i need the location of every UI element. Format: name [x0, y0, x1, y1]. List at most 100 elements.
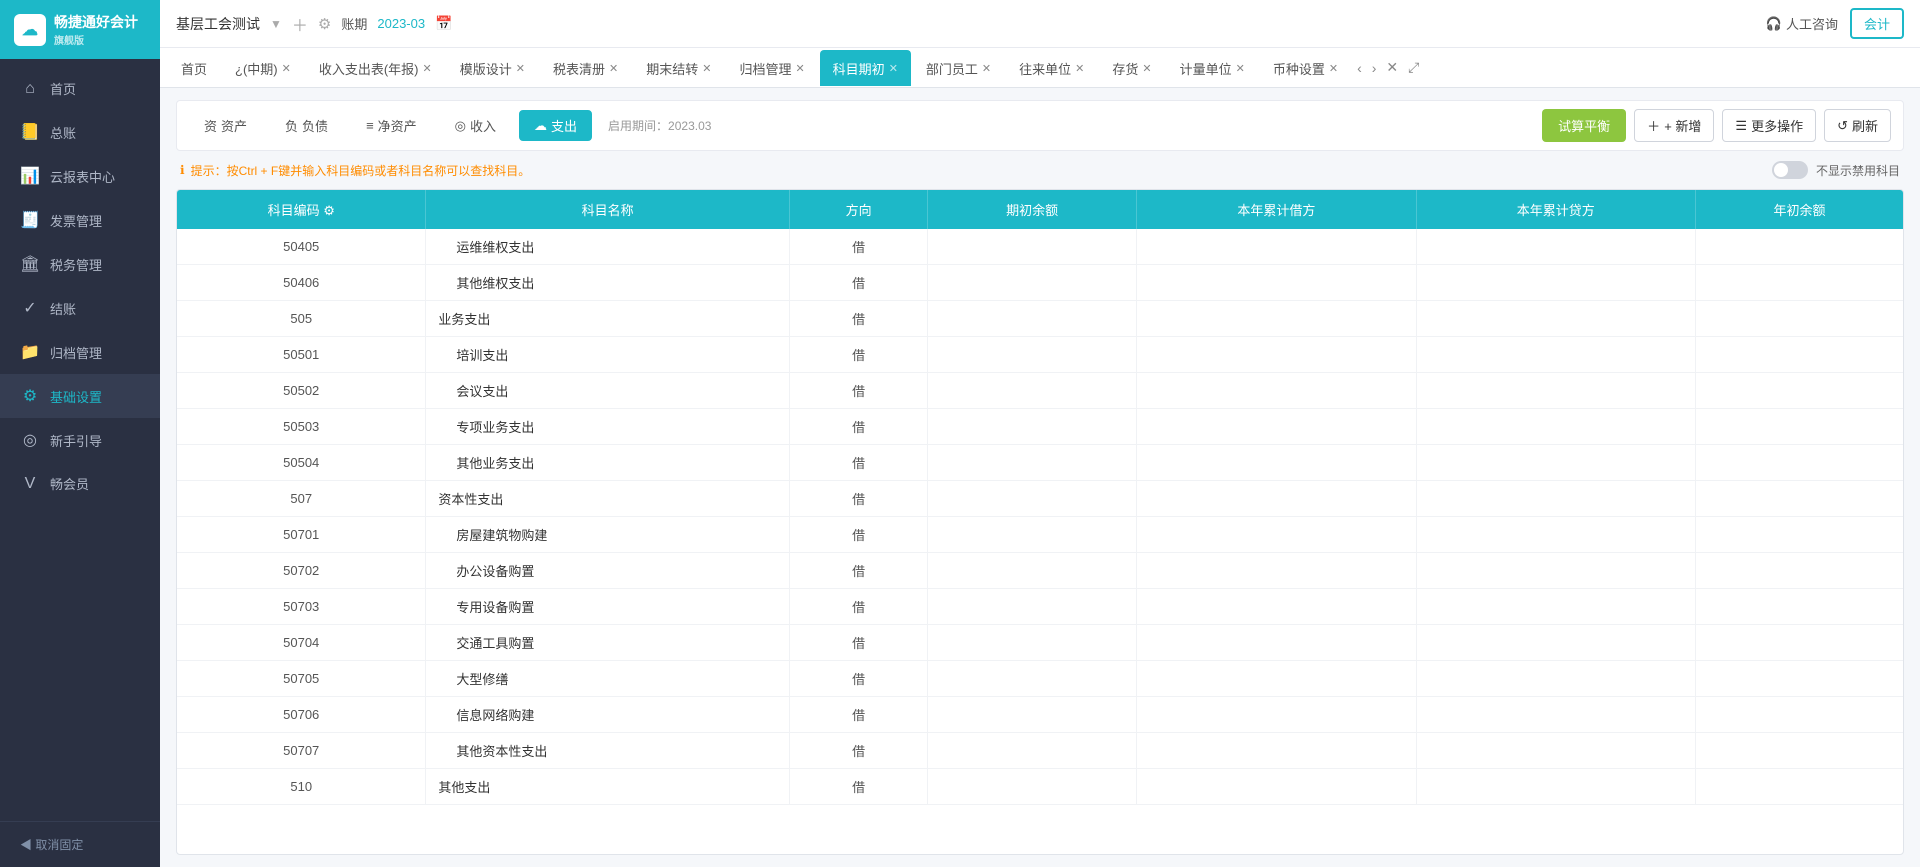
table-row[interactable]: 50406其他维权支出借	[177, 265, 1903, 301]
col-5: 本年累计贷方	[1416, 190, 1695, 229]
sidebar-item-home[interactable]: ⌂首页	[0, 67, 160, 110]
sidebar-item-settings[interactable]: ⚙基础设置	[0, 374, 160, 418]
col-settings-icon[interactable]: ⚙	[323, 203, 335, 218]
table-row[interactable]: 50703专用设备购置借	[177, 589, 1903, 625]
tab-period[interactable]: ¿(中期) ✕	[222, 50, 304, 86]
tab-expand-btn[interactable]: ⤢	[1404, 59, 1423, 76]
tab-close-subject_init[interactable]: ✕	[889, 62, 898, 75]
account-button[interactable]: 会计	[1850, 8, 1904, 39]
tab-close-partner[interactable]: ✕	[1075, 62, 1084, 75]
table-row[interactable]: 50702办公设备购置借	[177, 553, 1903, 589]
toggle-disabled-subjects[interactable]	[1772, 161, 1808, 179]
sidebar-item-member[interactable]: V畅会员	[0, 462, 160, 505]
app-sub: 旗舰版	[54, 32, 138, 47]
table-row[interactable]: 505业务支出借	[177, 301, 1903, 337]
tab-subject_init[interactable]: 科目期初✕	[820, 50, 911, 86]
tab-close-all-btn[interactable]: ✕	[1382, 59, 1402, 76]
filter-tab-expense[interactable]: ☁支出	[519, 110, 592, 141]
tab-close-period_end[interactable]: ✕	[702, 62, 711, 75]
sidebar-item-ledger[interactable]: 📒总账	[0, 110, 160, 154]
period-label: 账期	[341, 14, 367, 33]
tab-template[interactable]: 模版设计✕	[447, 50, 538, 86]
filter-icon-asset: 资	[204, 116, 217, 135]
more-button[interactable]: ☰ 更多操作	[1722, 109, 1816, 142]
cell-amount-3	[1695, 373, 1903, 409]
table-header-row: 科目编码 ⚙科目名称方向期初余额本年累计借方本年累计贷方年初余额	[177, 190, 1903, 229]
cell-name: 其他业务支出	[426, 445, 789, 481]
settings-icon[interactable]: ⚙	[318, 15, 331, 33]
table-row[interactable]: 50503专项业务支出借	[177, 409, 1903, 445]
tab-unit[interactable]: 计量单位✕	[1167, 50, 1258, 86]
cell-amount-0	[928, 265, 1137, 301]
tab-close-income[interactable]: ✕	[423, 62, 432, 75]
table-row[interactable]: 50707其他资本性支出借	[177, 733, 1903, 769]
table-row[interactable]: 50501培训支出借	[177, 337, 1903, 373]
info-icon: ℹ	[180, 163, 185, 177]
table-row[interactable]: 50504其他业务支出借	[177, 445, 1903, 481]
sidebar-item-guide[interactable]: ◎新手引导	[0, 418, 160, 462]
cell-amount-2	[1416, 301, 1695, 337]
cell-amount-2	[1416, 481, 1695, 517]
add-button[interactable]: ＋ + 新增	[1634, 109, 1714, 142]
ai-help-btn[interactable]: 🎧 人工咨询	[1766, 14, 1838, 33]
table-row[interactable]: 50701房屋建筑物购建借	[177, 517, 1903, 553]
table-row[interactable]: 507资本性支出借	[177, 481, 1903, 517]
table-row[interactable]: 50704交通工具购置借	[177, 625, 1903, 661]
tab-prev-btn[interactable]: ‹	[1353, 60, 1366, 76]
tab-income[interactable]: 收入支出表(年报)✕	[306, 50, 445, 86]
cell-amount-1	[1137, 769, 1416, 805]
table-row[interactable]: 50705大型修缮借	[177, 661, 1903, 697]
tab-close-inventory[interactable]: ✕	[1142, 62, 1151, 75]
tab-tax[interactable]: 税表清册✕	[540, 50, 631, 86]
sidebar-item-archive[interactable]: 📁归档管理	[0, 330, 160, 374]
cell-dir: 借	[789, 661, 927, 697]
filter-tab-income[interactable]: ◎收入	[440, 110, 511, 141]
tab-period_end[interactable]: 期末结转✕	[633, 50, 724, 86]
cell-amount-3	[1695, 661, 1903, 697]
tab-partner[interactable]: 往来单位✕	[1006, 50, 1097, 86]
sidebar-collapse-btn[interactable]: ◀ 取消固定	[0, 821, 160, 867]
table-row[interactable]: 510其他支出借	[177, 769, 1903, 805]
sidebar-label-ledger: 总账	[50, 123, 76, 142]
balance-button[interactable]: 试算平衡	[1542, 109, 1626, 142]
sidebar-item-tax[interactable]: 🏛税务管理	[0, 242, 160, 286]
project-dropdown-icon[interactable]: ▼	[270, 17, 282, 31]
filter-icon-expense: ☁	[534, 118, 547, 134]
top-header: 基层工会测试 ▼ ＋ ⚙ 账期 2023-03 📅 🎧 人工咨询 会计	[160, 0, 1920, 48]
sidebar-item-invoice[interactable]: 🧾发票管理	[0, 198, 160, 242]
cell-amount-3	[1695, 409, 1903, 445]
tab-close-unit[interactable]: ✕	[1236, 62, 1245, 75]
filter-tab-net_asset[interactable]: ≡净资产	[351, 110, 432, 141]
tab-home[interactable]: 首页	[168, 50, 220, 86]
tab-close-template[interactable]: ✕	[516, 62, 525, 75]
cell-amount-3	[1695, 517, 1903, 553]
tab-close-tax[interactable]: ✕	[609, 62, 618, 75]
cell-amount-1	[1137, 337, 1416, 373]
table-row[interactable]: 50706信息网络购建借	[177, 697, 1903, 733]
tab-department[interactable]: 部门员工✕	[913, 50, 1004, 86]
tab-close-period[interactable]: ✕	[282, 62, 291, 75]
cell-code: 50503	[177, 409, 426, 445]
sidebar-item-report[interactable]: 📊云报表中心	[0, 154, 160, 198]
tab-label-period: ¿(中期)	[235, 59, 278, 78]
filter-tab-asset[interactable]: 资资产	[189, 110, 262, 141]
refresh-button[interactable]: ↺ 刷新	[1824, 109, 1891, 142]
cell-amount-1	[1137, 373, 1416, 409]
calendar-icon[interactable]: 📅	[435, 15, 452, 32]
refresh-icon: ↺	[1837, 118, 1848, 134]
tab-currency[interactable]: 币种设置✕	[1260, 50, 1351, 86]
cell-amount-0	[928, 733, 1137, 769]
add-tab-icon[interactable]: ＋	[292, 12, 308, 36]
tab-next-btn[interactable]: ›	[1368, 60, 1381, 76]
cell-code: 50501	[177, 337, 426, 373]
tab-archive[interactable]: 归档管理✕	[726, 50, 817, 86]
tab-close-currency[interactable]: ✕	[1329, 62, 1338, 75]
table-row[interactable]: 50405运维维权支出借	[177, 229, 1903, 265]
tab-close-archive[interactable]: ✕	[795, 62, 804, 75]
sidebar-item-checkout[interactable]: ✓结账	[0, 286, 160, 330]
filter-tab-liability[interactable]: 负负债	[270, 110, 343, 141]
tab-close-department[interactable]: ✕	[982, 62, 991, 75]
tab-inventory[interactable]: 存货✕	[1099, 50, 1164, 86]
table-row[interactable]: 50502会议支出借	[177, 373, 1903, 409]
cell-amount-0	[928, 553, 1137, 589]
